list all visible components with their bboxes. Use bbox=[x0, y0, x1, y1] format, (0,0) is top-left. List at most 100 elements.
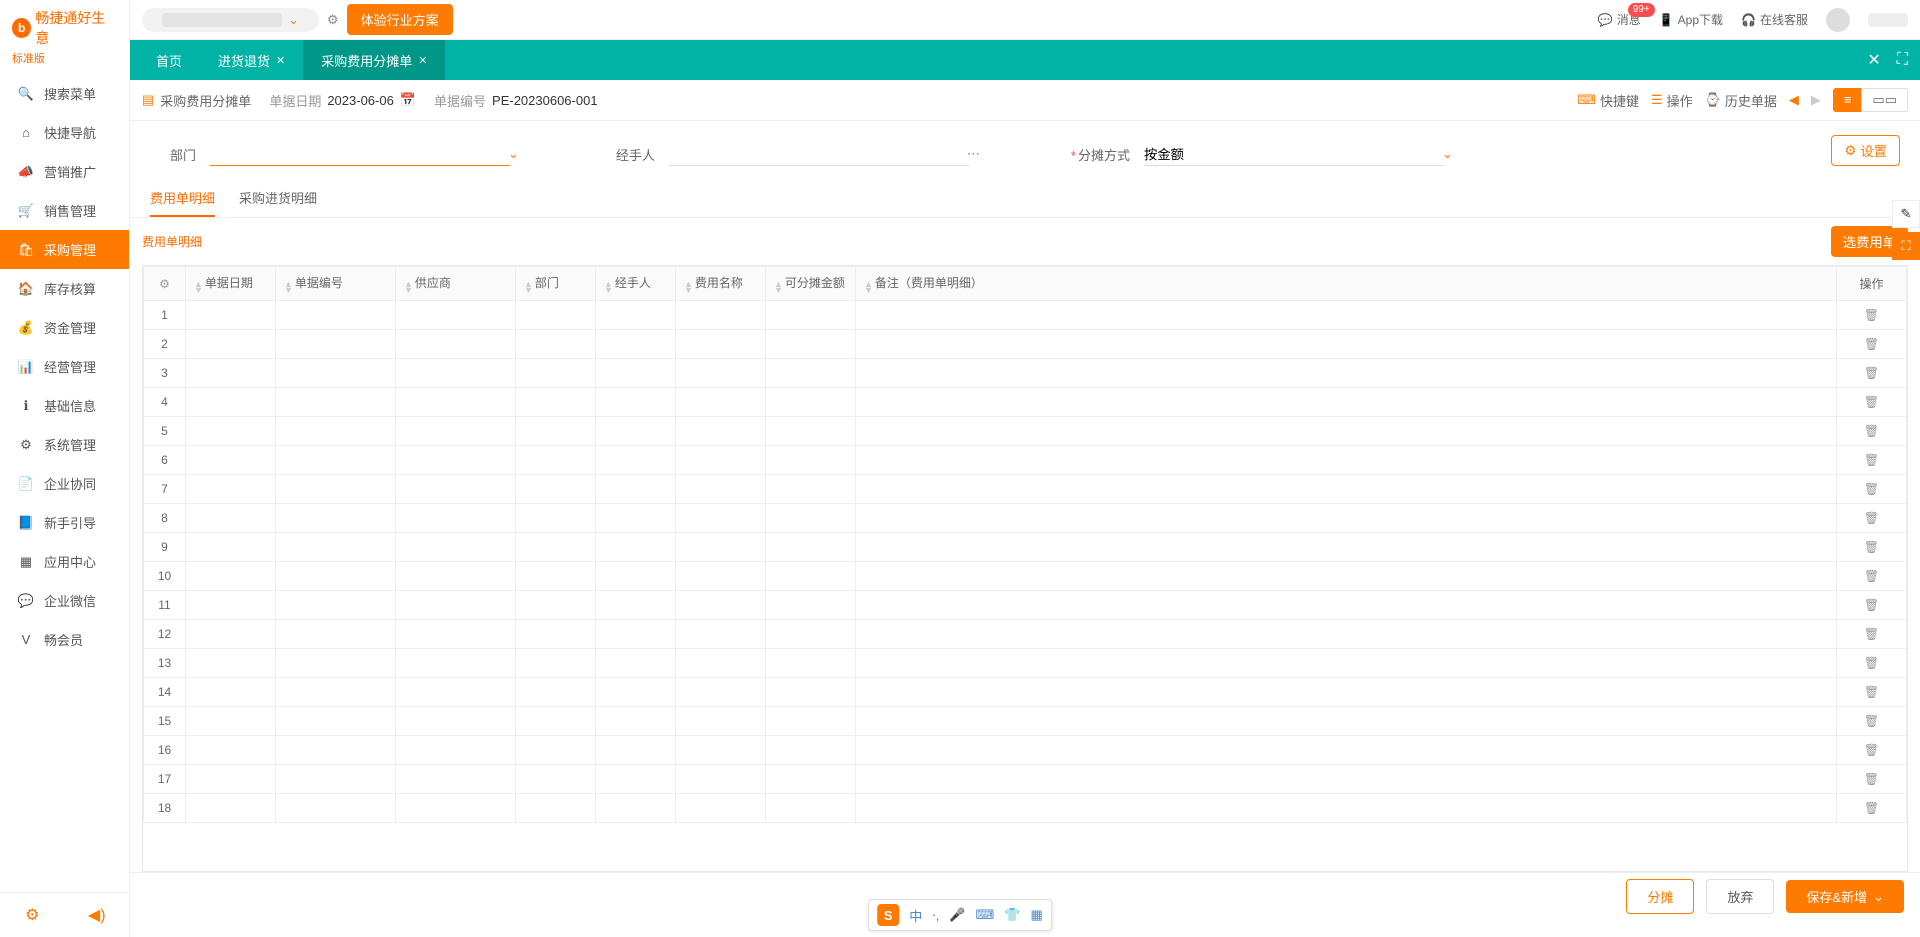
delete-row-icon[interactable]: 🗑 bbox=[1837, 736, 1907, 765]
nav-item-5[interactable]: 🏠库存核算 bbox=[0, 269, 129, 308]
col-remark[interactable]: ▲▼备注（费用单明细） bbox=[856, 267, 1837, 301]
delete-row-icon[interactable]: 🗑 bbox=[1837, 533, 1907, 562]
delete-row-icon[interactable]: 🗑 bbox=[1837, 649, 1907, 678]
nav-item-14[interactable]: V畅会员 bbox=[0, 620, 129, 659]
table-row[interactable]: 18🗑 bbox=[144, 794, 1907, 823]
table-row[interactable]: 12🗑 bbox=[144, 620, 1907, 649]
prev-arrow-icon[interactable]: ◀ bbox=[1789, 92, 1799, 108]
settings-button[interactable]: ⚙设置 bbox=[1831, 135, 1900, 166]
ime-grid-icon[interactable]: ▦ bbox=[1030, 907, 1042, 923]
messages-link[interactable]: 💬 消息 99+ bbox=[1598, 11, 1641, 28]
gear-icon[interactable]: ⚙ bbox=[327, 12, 339, 28]
nav-item-2[interactable]: 📣营销推广 bbox=[0, 152, 129, 191]
delete-row-icon[interactable]: 🗑 bbox=[1837, 765, 1907, 794]
delete-row-icon[interactable]: 🗑 bbox=[1837, 678, 1907, 707]
trial-button[interactable]: 体验行业方案 bbox=[347, 4, 453, 35]
table-row[interactable]: 15🗑 bbox=[144, 707, 1907, 736]
avatar[interactable] bbox=[1826, 8, 1850, 32]
delete-row-icon[interactable]: 🗑 bbox=[1837, 359, 1907, 388]
col-name[interactable]: ▲▼费用名称 bbox=[676, 267, 766, 301]
ime-skin-icon[interactable]: 👕 bbox=[1004, 907, 1020, 923]
dept-field[interactable]: 部门 ⌄ bbox=[150, 142, 519, 166]
close-all-icon[interactable]: ✕ bbox=[1863, 46, 1884, 74]
table-row[interactable]: 3🗑 bbox=[144, 359, 1907, 388]
delete-row-icon[interactable]: 🗑 bbox=[1837, 475, 1907, 504]
side-expand-icon[interactable]: ⛶ bbox=[1892, 232, 1920, 260]
sidebar-collapse-icon[interactable]: ◀) bbox=[65, 893, 130, 937]
nav-item-0[interactable]: 🔍搜索菜单 bbox=[0, 74, 129, 113]
handler-field[interactable]: 经手人 ⋯ bbox=[609, 142, 981, 166]
col-supplier[interactable]: ▲▼供应商 bbox=[396, 267, 516, 301]
delete-row-icon[interactable]: 🗑 bbox=[1837, 707, 1907, 736]
delete-row-icon[interactable]: 🗑 bbox=[1837, 620, 1907, 649]
user-name[interactable] bbox=[1868, 13, 1908, 27]
close-icon[interactable]: ✕ bbox=[276, 54, 285, 67]
subtab-expense[interactable]: 费用单明细 bbox=[150, 180, 215, 217]
table-row[interactable]: 7🗑 bbox=[144, 475, 1907, 504]
table-wrap[interactable]: ⚙ ▲▼单据日期 ▲▼单据编号 ▲▼供应商 ▲▼部门 ▲▼经手人 ▲▼费用名称 … bbox=[142, 265, 1908, 872]
app-download-link[interactable]: 📱 App下载 bbox=[1659, 11, 1723, 28]
nav-item-7[interactable]: 📊经营管理 bbox=[0, 347, 129, 386]
nav-item-6[interactable]: 💰资金管理 bbox=[0, 308, 129, 347]
delete-row-icon[interactable]: 🗑 bbox=[1837, 794, 1907, 823]
card-view-button[interactable]: ▭▭ bbox=[1861, 88, 1908, 112]
table-row[interactable]: 6🗑 bbox=[144, 446, 1907, 475]
delete-row-icon[interactable]: 🗑 bbox=[1837, 591, 1907, 620]
delete-row-icon[interactable]: 🗑 bbox=[1837, 301, 1907, 330]
fullscreen-icon[interactable]: ⛶ bbox=[1893, 47, 1912, 73]
nav-item-8[interactable]: ℹ基础信息 bbox=[0, 386, 129, 425]
nav-item-9[interactable]: ⚙系统管理 bbox=[0, 425, 129, 464]
delete-row-icon[interactable]: 🗑 bbox=[1837, 446, 1907, 475]
doc-date-field[interactable]: 单据日期 2023-06-06 📅 bbox=[269, 91, 416, 110]
handler-input[interactable] bbox=[669, 142, 969, 166]
col-handler[interactable]: ▲▼经手人 bbox=[596, 267, 676, 301]
col-amount[interactable]: ▲▼可分摊金额 bbox=[766, 267, 856, 301]
side-edit-icon[interactable]: ✎ bbox=[1892, 200, 1920, 228]
support-link[interactable]: 🎧 在线客服 bbox=[1741, 11, 1808, 28]
dept-input[interactable] bbox=[210, 142, 510, 166]
col-date[interactable]: ▲▼单据日期 bbox=[186, 267, 276, 301]
table-row[interactable]: 14🗑 bbox=[144, 678, 1907, 707]
save-new-button[interactable]: 保存&新增⌄ bbox=[1786, 880, 1904, 913]
nav-item-3[interactable]: 🛒销售管理 bbox=[0, 191, 129, 230]
tab-2[interactable]: 采购费用分摊单✕ bbox=[303, 40, 445, 80]
table-row[interactable]: 9🗑 bbox=[144, 533, 1907, 562]
operate-link[interactable]: ☰操作 bbox=[1651, 91, 1693, 110]
nav-item-11[interactable]: 📘新手引导 bbox=[0, 503, 129, 542]
list-view-button[interactable]: ≡ bbox=[1833, 88, 1862, 112]
table-row[interactable]: 1🗑 bbox=[144, 301, 1907, 330]
col-dept[interactable]: ▲▼部门 bbox=[516, 267, 596, 301]
tab-0[interactable]: 首页 bbox=[138, 40, 200, 80]
ime-lang[interactable]: 中 bbox=[909, 906, 922, 925]
delete-row-icon[interactable]: 🗑 bbox=[1837, 417, 1907, 446]
shortcut-link[interactable]: ⌨快捷键 bbox=[1577, 91, 1639, 110]
delete-row-icon[interactable]: 🗑 bbox=[1837, 504, 1907, 533]
table-row[interactable]: 8🗑 bbox=[144, 504, 1907, 533]
nav-item-13[interactable]: 💬企业微信 bbox=[0, 581, 129, 620]
ime-mic-icon[interactable]: 🎤 bbox=[949, 907, 965, 923]
table-row[interactable]: 4🗑 bbox=[144, 388, 1907, 417]
table-row[interactable]: 17🗑 bbox=[144, 765, 1907, 794]
close-icon[interactable]: ✕ bbox=[418, 54, 427, 67]
table-row[interactable]: 11🗑 bbox=[144, 591, 1907, 620]
ime-keyboard-icon[interactable]: ⌨ bbox=[976, 907, 995, 923]
next-arrow-icon[interactable]: ▶ bbox=[1811, 92, 1821, 108]
table-row[interactable]: 5🗑 bbox=[144, 417, 1907, 446]
gear-column-icon[interactable]: ⚙ bbox=[144, 267, 186, 301]
ime-punct-icon[interactable]: ⸱, bbox=[932, 906, 939, 924]
sidebar-settings-icon[interactable]: ⚙ bbox=[0, 893, 65, 937]
subtab-purchase[interactable]: 采购进货明细 bbox=[239, 180, 317, 217]
delete-row-icon[interactable]: 🗑 bbox=[1837, 388, 1907, 417]
tab-1[interactable]: 进货退货✕ bbox=[200, 40, 303, 80]
col-no[interactable]: ▲▼单据编号 bbox=[276, 267, 396, 301]
nav-item-10[interactable]: 📄企业协同 bbox=[0, 464, 129, 503]
delete-row-icon[interactable]: 🗑 bbox=[1837, 330, 1907, 359]
discard-button[interactable]: 放弃 bbox=[1706, 879, 1774, 914]
table-row[interactable]: 16🗑 bbox=[144, 736, 1907, 765]
table-row[interactable]: 10🗑 bbox=[144, 562, 1907, 591]
table-row[interactable]: 13🗑 bbox=[144, 649, 1907, 678]
method-field[interactable]: *分摊方式 ⌄ bbox=[1071, 142, 1453, 166]
nav-item-4[interactable]: 🛍采购管理 bbox=[0, 230, 129, 269]
org-selector[interactable]: ⌄ bbox=[142, 8, 319, 32]
ime-bar[interactable]: S 中 ⸱, 🎤 ⌨ 👕 ▦ bbox=[868, 899, 1052, 931]
